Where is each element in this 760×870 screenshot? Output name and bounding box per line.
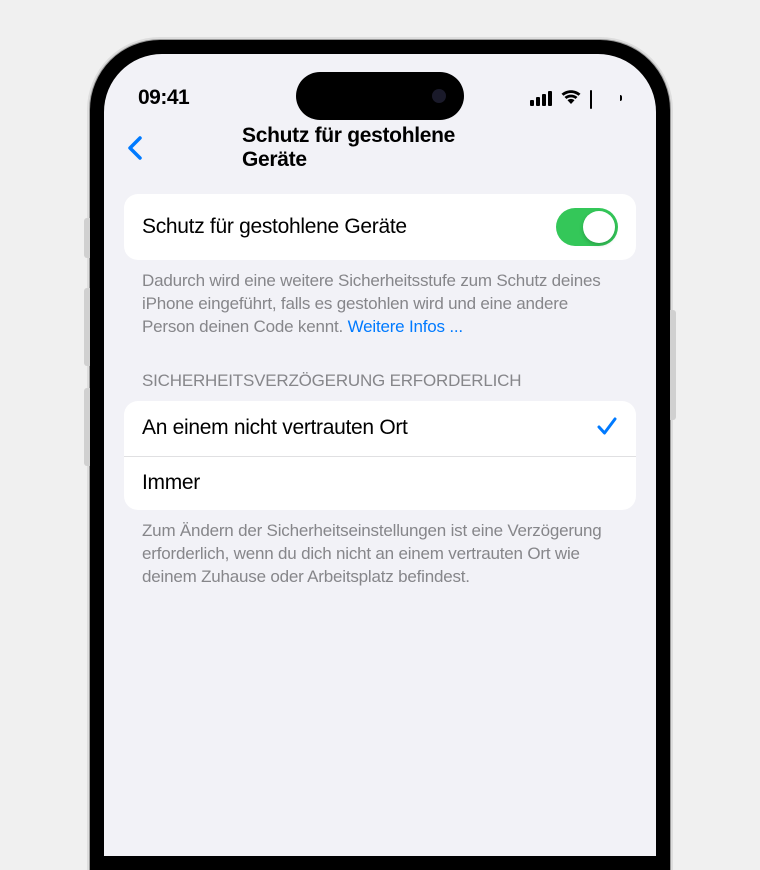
protection-toggle-row[interactable]: Schutz für gestohlene Geräte xyxy=(124,194,636,260)
protection-toggle[interactable] xyxy=(556,208,618,246)
wifi-icon xyxy=(560,88,582,109)
phone-volume-up-button xyxy=(84,288,90,366)
delay-options-group: An einem nicht vertrauten Ort Immer xyxy=(124,401,636,510)
phone-side-button xyxy=(84,218,90,258)
cellular-signal-icon xyxy=(530,91,552,106)
delay-section-header: SICHERHEITSVERZÖGERUNG ERFORDERLICH xyxy=(124,339,636,401)
toggle-knob xyxy=(583,211,615,243)
status-indicators xyxy=(530,88,622,109)
protection-toggle-group: Schutz für gestohlene Geräte xyxy=(124,194,636,260)
phone-volume-down-button xyxy=(84,388,90,466)
page-title: Schutz für gestohlene Geräte xyxy=(242,124,518,172)
dynamic-island xyxy=(296,72,464,120)
learn-more-link[interactable]: Weitere Infos ... xyxy=(348,317,463,336)
phone-power-button xyxy=(670,310,676,420)
checkmark-icon xyxy=(596,415,618,442)
chevron-left-icon xyxy=(127,136,143,160)
screen: 09:41 xyxy=(104,54,656,856)
option-label: Immer xyxy=(142,471,200,495)
option-label: An einem nicht vertrauten Ort xyxy=(142,416,408,440)
toggle-label: Schutz für gestohlene Geräte xyxy=(142,215,407,239)
nav-header: Schutz für gestohlene Geräte xyxy=(104,122,656,174)
option-unfamiliar-location[interactable]: An einem nicht vertrauten Ort xyxy=(124,401,636,456)
status-time: 09:41 xyxy=(138,86,189,110)
phone-frame: 09:41 xyxy=(90,40,670,870)
back-button[interactable] xyxy=(120,133,150,163)
delay-footer-text: Zum Ändern der Sicherheitseinstellungen … xyxy=(124,510,636,589)
option-always[interactable]: Immer xyxy=(124,456,636,510)
content-area: Schutz für gestohlene Geräte Dadurch wir… xyxy=(104,174,656,589)
toggle-footer-text: Dadurch wird eine weitere Sicherheitsstu… xyxy=(124,260,636,339)
battery-icon xyxy=(590,91,622,106)
